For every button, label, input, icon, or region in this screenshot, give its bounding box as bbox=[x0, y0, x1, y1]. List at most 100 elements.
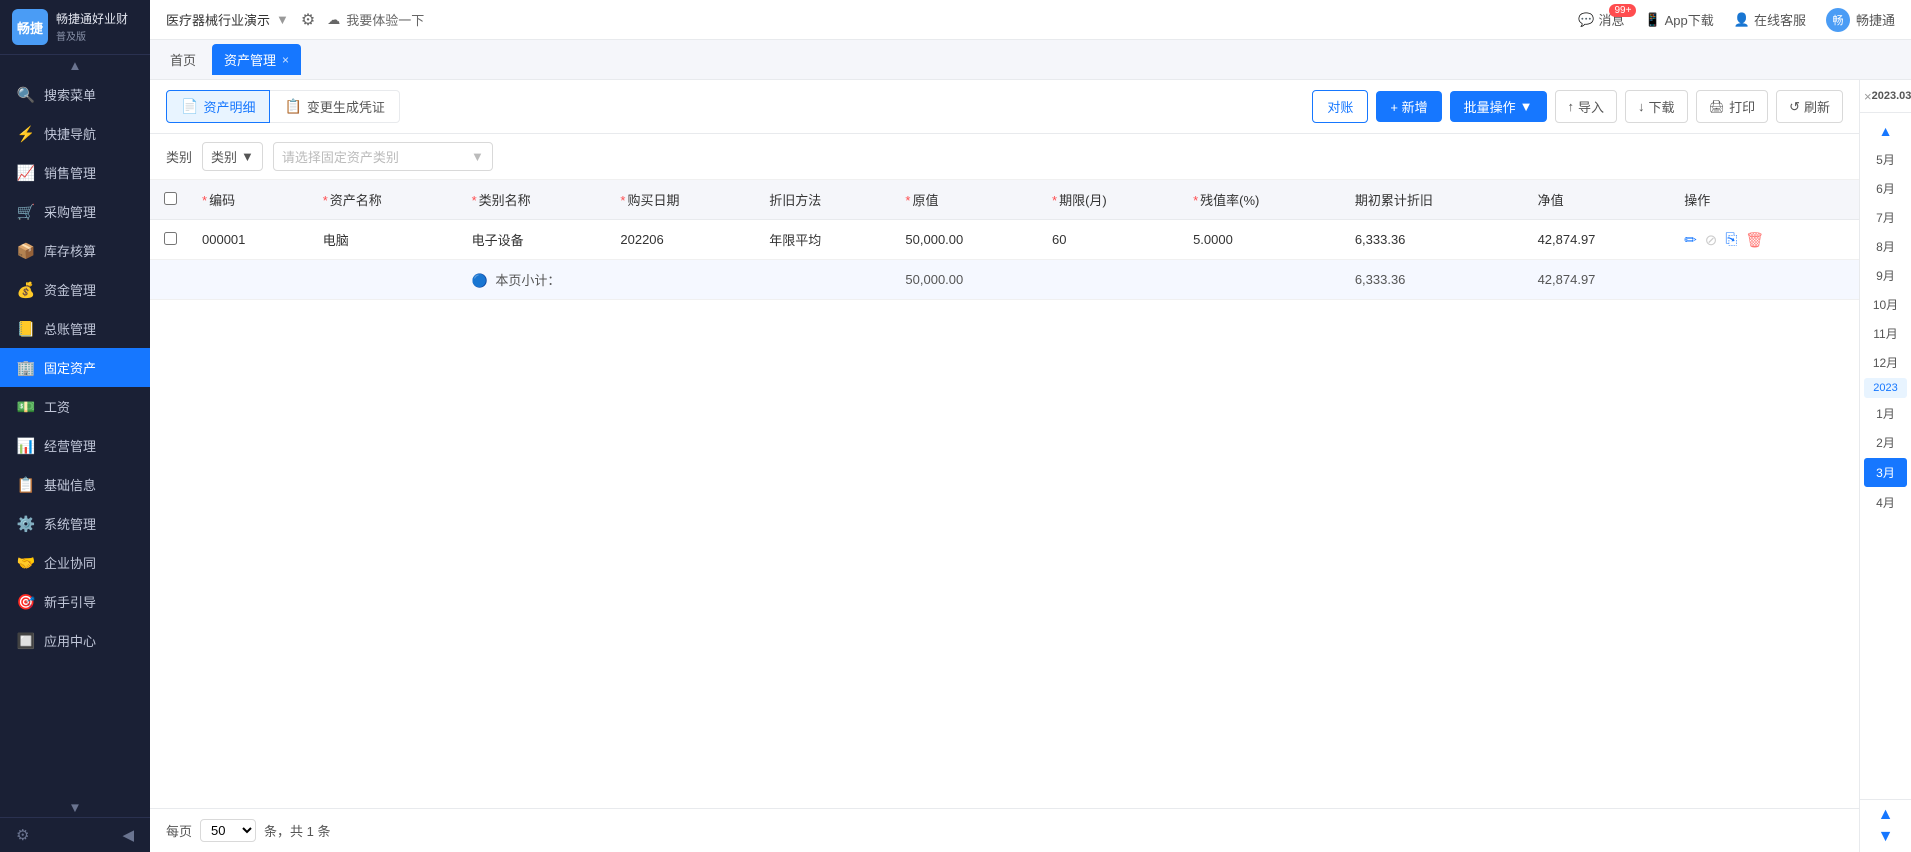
fixedasset-icon: 🏢 bbox=[16, 359, 36, 377]
month-7[interactable]: 7月 bbox=[1860, 203, 1911, 232]
sidebar-item-guide[interactable]: 🎯 新手引导 bbox=[0, 582, 150, 621]
side-panel-up-icon[interactable]: ▲ bbox=[1878, 806, 1894, 824]
action-buttons: ✏ ⊘ ⎘ 🗑 bbox=[1684, 231, 1847, 249]
sidebar-item-appcenter[interactable]: 🔲 应用中心 bbox=[0, 621, 150, 660]
print-label: 打印 bbox=[1729, 97, 1755, 116]
app-download-button[interactable]: 📱 App下载 bbox=[1644, 10, 1713, 29]
cell-name: 电脑 bbox=[311, 220, 460, 260]
sidebar-item-ops[interactable]: 📊 经营管理 bbox=[0, 426, 150, 465]
subtotal-label-cell: 🔵 本页小计： bbox=[460, 260, 894, 300]
month-10[interactable]: 10月 bbox=[1860, 290, 1911, 319]
asset-table: *编码 *资产名称 *类别名称 *购买日期 折旧方法 *原值 *期限(月) *残… bbox=[150, 180, 1859, 300]
month-2[interactable]: 2月 bbox=[1860, 428, 1911, 457]
per-page-select[interactable]: 50 100 bbox=[200, 819, 256, 842]
refresh-button[interactable]: ↺ 刷新 bbox=[1776, 90, 1843, 123]
sidebar-item-ledger[interactable]: 📒 总账管理 bbox=[0, 309, 150, 348]
select-all-checkbox[interactable] bbox=[164, 192, 177, 205]
new-button[interactable]: + 新增 bbox=[1376, 91, 1441, 122]
service-button[interactable]: 👤 在线客服 bbox=[1734, 10, 1806, 29]
avatar: 畅 bbox=[1826, 8, 1850, 32]
app-icon: 📱 bbox=[1644, 12, 1660, 28]
disable-button[interactable]: ⊘ bbox=[1705, 231, 1718, 249]
sidebar-item-search[interactable]: 🔍 搜索菜单 bbox=[0, 75, 150, 114]
month-11[interactable]: 11月 bbox=[1860, 319, 1911, 348]
account-label: 对账 bbox=[1327, 97, 1353, 116]
tab-change-voucher[interactable]: 📋 变更生成凭证 bbox=[270, 90, 399, 123]
sidebar-item-quicknav[interactable]: ⚡ 快捷导航 bbox=[0, 114, 150, 153]
category-type-select[interactable]: 类别 ▼ bbox=[202, 142, 263, 171]
experience-link[interactable]: ☁ 我要体验一下 bbox=[327, 10, 424, 29]
edit-button[interactable]: ✏ bbox=[1684, 231, 1697, 249]
tab-asset-management[interactable]: 资产管理 × bbox=[212, 44, 301, 75]
print-button[interactable]: 🖨 打印 bbox=[1696, 90, 1769, 123]
checkbox-header[interactable] bbox=[150, 180, 190, 220]
tab-asset-detail[interactable]: 📄 资产明细 bbox=[166, 90, 270, 123]
tab-home[interactable]: 首页 bbox=[158, 44, 208, 75]
sidebar-scroll-up[interactable]: ▲ bbox=[0, 55, 150, 75]
user-menu[interactable]: 畅 畅捷通 bbox=[1826, 8, 1895, 32]
ledger-icon: 📒 bbox=[16, 320, 36, 338]
side-panel-down-icon[interactable]: ▼ bbox=[1878, 828, 1894, 846]
month-1[interactable]: 1月 bbox=[1860, 399, 1911, 428]
message-button[interactable]: 💬 消息 99+ bbox=[1578, 10, 1624, 29]
sidebar-item-system[interactable]: ⚙️ 系统管理 bbox=[0, 504, 150, 543]
sidebar-scroll-down[interactable]: ▼ bbox=[0, 797, 150, 817]
col-original-value: *原值 bbox=[893, 180, 1040, 220]
sidebar-logo: 畅捷 畅捷通好业财 普及版 bbox=[0, 0, 150, 55]
month-5[interactable]: 5月 bbox=[1860, 145, 1911, 174]
account-button[interactable]: 对账 bbox=[1312, 90, 1368, 123]
row-checkbox[interactable] bbox=[164, 232, 177, 245]
collapse-icon[interactable]: ◀ bbox=[122, 826, 134, 844]
settings-bottom-icon[interactable]: ⚙ bbox=[16, 826, 29, 844]
month-9[interactable]: 9月 bbox=[1860, 261, 1911, 290]
refresh-icon: ↺ bbox=[1789, 99, 1800, 115]
side-panel-header: × 2023.03 ⤢ bbox=[1860, 80, 1911, 113]
col-category: *类别名称 bbox=[460, 180, 609, 220]
company-selector[interactable]: 医疗器械行业演示 ▼ bbox=[166, 10, 289, 29]
print-icon: 🖨 bbox=[1709, 99, 1726, 115]
category-input[interactable]: 请选择固定资产类别 ▼ bbox=[273, 142, 493, 171]
month-8[interactable]: 8月 bbox=[1860, 232, 1911, 261]
side-panel-close-icon[interactable]: × bbox=[1864, 89, 1872, 104]
download-button[interactable]: ↓ 下载 bbox=[1625, 90, 1688, 123]
table-row: 000001 电脑 电子设备 202206 年限平均 50,000.00 60 … bbox=[150, 220, 1859, 260]
sidebar-item-fund[interactable]: 💰 资金管理 bbox=[0, 270, 150, 309]
content-main: 📄 资产明细 📋 变更生成凭证 对账 + 新增 bbox=[150, 80, 1859, 852]
sidebar-item-label: 快捷导航 bbox=[44, 124, 96, 143]
sidebar: 畅捷 畅捷通好业财 普及版 ▲ 🔍 搜索菜单 ⚡ 快捷导航 📈 销售管理 🛒 采… bbox=[0, 0, 150, 852]
sidebar-nav: 🔍 搜索菜单 ⚡ 快捷导航 📈 销售管理 🛒 采购管理 📦 库存核算 💰 资金管… bbox=[0, 75, 150, 797]
cell-original-value: 50,000.00 bbox=[893, 220, 1040, 260]
sidebar-item-purchase[interactable]: 🛒 采购管理 bbox=[0, 192, 150, 231]
month-4[interactable]: 4月 bbox=[1860, 488, 1911, 517]
sidebar-item-salary[interactable]: 💵 工资 bbox=[0, 387, 150, 426]
filter-row: 类别 类别 ▼ 请选择固定资产类别 ▼ bbox=[150, 134, 1859, 180]
sidebar-item-label: 基础信息 bbox=[44, 475, 96, 494]
row-checkbox-cell[interactable] bbox=[150, 220, 190, 260]
sidebar-item-label: 采购管理 bbox=[44, 202, 96, 221]
col-period: *期限(月) bbox=[1040, 180, 1181, 220]
copy-button[interactable]: ⎘ bbox=[1725, 231, 1737, 248]
cell-depreciation: 年限平均 bbox=[757, 220, 893, 260]
sidebar-item-collab[interactable]: 🤝 企业协同 bbox=[0, 543, 150, 582]
month-nav-up[interactable]: ▲ bbox=[1860, 117, 1911, 145]
sidebar-item-sales[interactable]: 📈 销售管理 bbox=[0, 153, 150, 192]
delete-button[interactable]: 🗑 bbox=[1745, 231, 1764, 249]
batch-button[interactable]: 批量操作 ▼ bbox=[1450, 91, 1547, 122]
ops-icon: 📊 bbox=[16, 437, 36, 455]
tab-asset-label: 资产管理 bbox=[224, 50, 276, 69]
tab-close-icon[interactable]: × bbox=[282, 53, 289, 67]
category-input-arrow: ▼ bbox=[471, 149, 484, 164]
subtotal-icon: 🔵 bbox=[472, 273, 488, 288]
month-12[interactable]: 12月 bbox=[1860, 348, 1911, 377]
asset-table-wrap: *编码 *资产名称 *类别名称 *购买日期 折旧方法 *原值 *期限(月) *残… bbox=[150, 180, 1859, 808]
sidebar-item-inventory[interactable]: 📦 库存核算 bbox=[0, 231, 150, 270]
month-3-current[interactable]: 3月 bbox=[1864, 458, 1907, 487]
import-button[interactable]: ↑ 导入 bbox=[1555, 90, 1618, 123]
subtotal-net-value: 42,874.97 bbox=[1526, 260, 1673, 300]
sidebar-item-fixedasset[interactable]: 🏢 固定资产 bbox=[0, 348, 150, 387]
pagination-bar: 每页 50 100 条，共 1 条 bbox=[150, 808, 1859, 852]
sidebar-item-basic[interactable]: 📋 基础信息 bbox=[0, 465, 150, 504]
topbar-settings-icon[interactable]: ⚙ bbox=[301, 10, 315, 30]
month-6[interactable]: 6月 bbox=[1860, 174, 1911, 203]
tab-home-label: 首页 bbox=[170, 53, 196, 68]
